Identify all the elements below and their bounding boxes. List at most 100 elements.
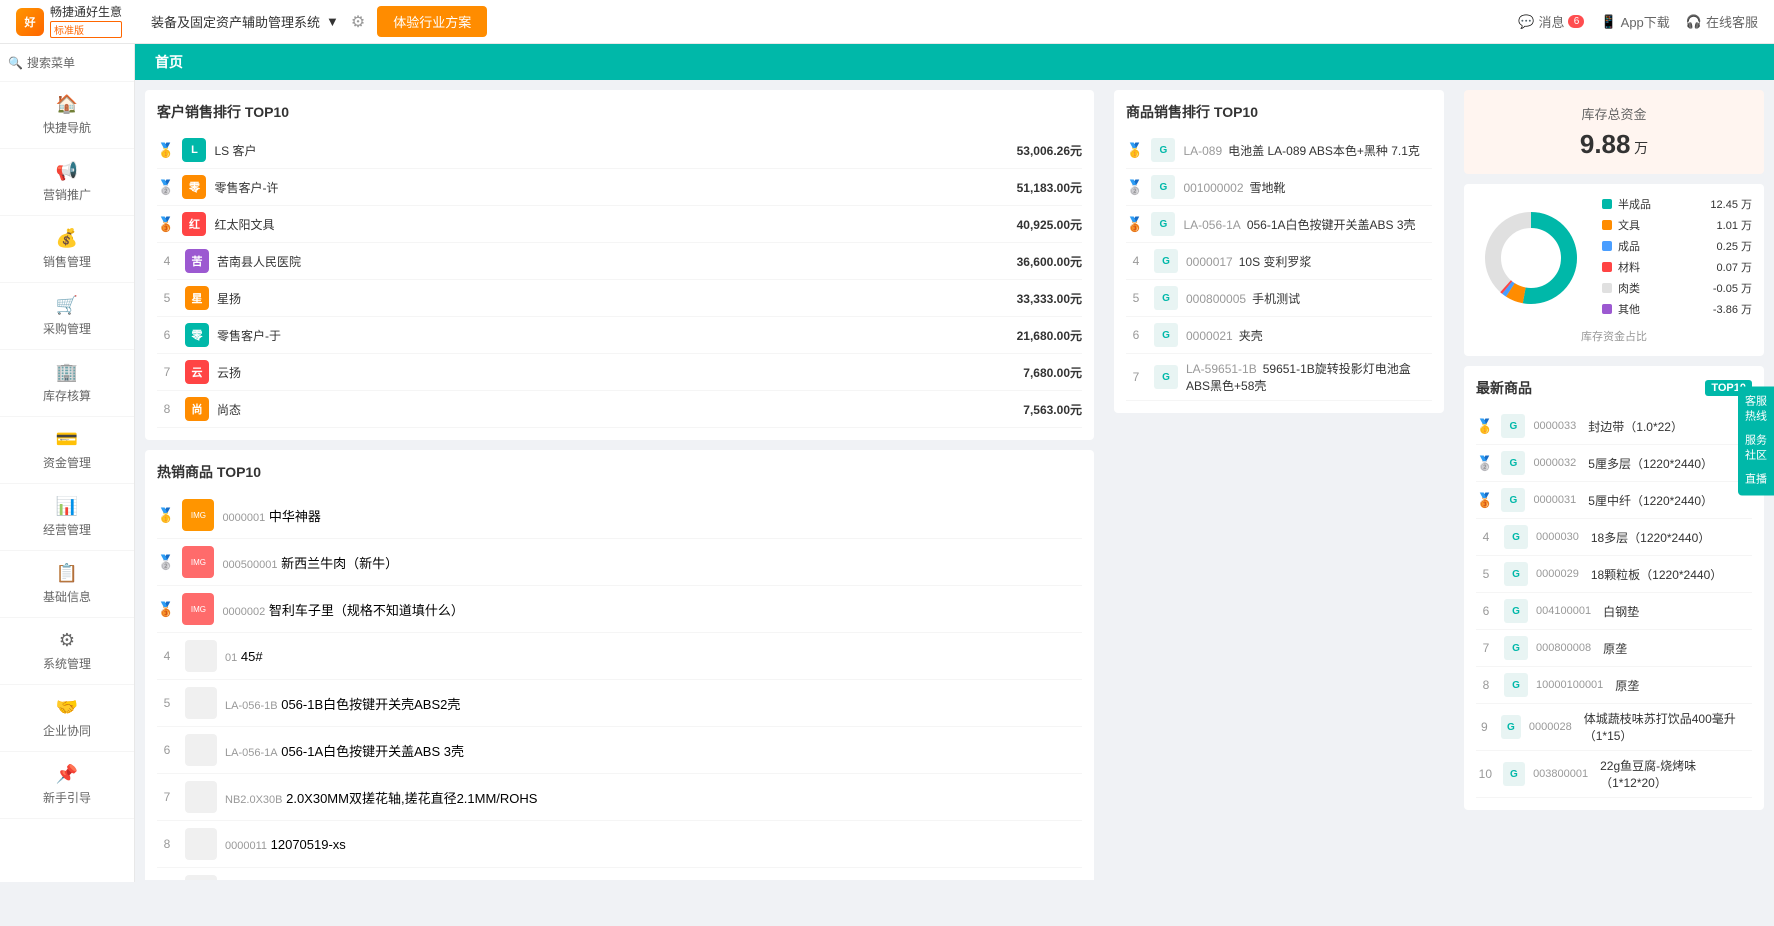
product-img <box>185 734 217 766</box>
legend-name: 成品 <box>1618 238 1711 254</box>
np-rank-8: 8 <box>1476 678 1496 692</box>
sidebar-item-sales[interactable]: 💰 销售管理 <box>0 216 134 283</box>
product-img <box>185 875 217 880</box>
ps-name: 001000002雪地靴 <box>1183 179 1432 196</box>
online-service-label: 在线客服 <box>1706 12 1758 31</box>
sidebar-item-operation[interactable]: 📊 经营管理 <box>0 484 134 551</box>
sidebar-item-marketing[interactable]: 📢 营销推广 <box>0 149 134 216</box>
sidebar-item-purchase[interactable]: 🛒 采购管理 <box>0 283 134 350</box>
legend-dot <box>1602 283 1612 293</box>
ps-rank-5: 5 <box>1126 291 1146 305</box>
rank-item: 8 尚 尚态 7,563.00元 <box>157 391 1082 428</box>
chart-section: 半成品 12.45 万 文具 1.01 万 成品 0.25 万 材料 0.07 … <box>1464 184 1764 356</box>
rank-value: 7,680.00元 <box>1023 364 1082 381</box>
product-img <box>185 687 217 719</box>
rank-num-5: 5 <box>157 291 177 305</box>
np-img: G <box>1501 488 1525 512</box>
rank-value: 53,006.26元 <box>1017 142 1082 159</box>
finance-icon: 💳 <box>56 429 78 450</box>
product-code: 000500001 <box>222 559 277 571</box>
app-download-label: App下载 <box>1621 12 1670 31</box>
product-sales-item: 🥉 G LA-056-1A056-1A白色按键开关盖ABS 3壳 <box>1126 206 1432 243</box>
logo-icon: 好 <box>16 8 44 36</box>
sidebar-label-marketing: 营销推广 <box>43 186 91 203</box>
product-code: 01 <box>225 652 237 664</box>
product-img <box>185 781 217 813</box>
legend-dot <box>1602 220 1612 230</box>
ps-name: 000001710S 变利罗浆 <box>1186 253 1432 270</box>
rank-item: 🥇 L LS 客户 53,006.26元 <box>157 132 1082 169</box>
rank-item: 7 云 云扬 7,680.00元 <box>157 354 1082 391</box>
np-img: G <box>1503 762 1525 786</box>
ps-name: LA-59651-1B59651-1B旋转投影灯电池盒ABS黑色+58壳 <box>1186 360 1432 394</box>
sidebar-item-cooperation[interactable]: 🤝 企业协同 <box>0 685 134 752</box>
hot-product-item: 🥇 IMG 0000001 中华神器 <box>157 492 1082 539</box>
np-img: G <box>1504 673 1528 697</box>
product-img <box>185 640 217 672</box>
medal-icon-1: 🥇 <box>157 142 174 159</box>
legend-name: 材料 <box>1618 259 1711 275</box>
sidebar-item-finance[interactable]: 💳 资金管理 <box>0 417 134 484</box>
legend-value: 0.07 万 <box>1717 259 1752 275</box>
rank-item: 6 零 零售客户-于 21,680.00元 <box>157 317 1082 354</box>
customer-service-line: 客服 <box>1742 395 1770 410</box>
legend-value: 12.45 万 <box>1710 196 1752 212</box>
live-line: 直播 <box>1742 472 1770 487</box>
product-sales-card: 商品销售排行 TOP10 🥇 G LA-089电池盖 LA-089 ABS本色+… <box>1114 90 1444 413</box>
product-sales-item: 4 G 000001710S 变利罗浆 <box>1126 243 1432 280</box>
rank-avatar: 零 <box>182 175 206 199</box>
ps-img: G <box>1151 138 1175 162</box>
trial-button[interactable]: 体验行业方案 <box>377 6 487 37</box>
notification-icon: 💬 <box>1518 14 1534 30</box>
top-header: 好 畅捷通好生意 标准版 装备及固定资产辅助管理系统 ▼ ⚙ 体验行业方案 💬 … <box>0 0 1774 44</box>
content-area: 客户销售排行 TOP10 🥇 L LS 客户 53,006.26元 🥈 零 零售客… <box>135 80 1774 880</box>
customer-ranking-header: 客户销售排行 TOP10 <box>157 102 1082 122</box>
np-code: 000800008 <box>1536 642 1591 654</box>
ai-chat-buttons[interactable]: 客服 热线 服务 社区 直播 <box>1738 387 1774 496</box>
page-tab[interactable]: 首页 <box>135 44 1774 80</box>
notification-badge: 6 <box>1568 15 1584 28</box>
app-download-item[interactable]: 📱 App下载 <box>1600 12 1669 31</box>
sidebar-item-guide[interactable]: 📌 新手引导 <box>0 752 134 819</box>
product-name: 智利车子里（规格不知道填什么） <box>269 603 464 618</box>
sidebar-item-inventory[interactable]: 🏢 库存核算 <box>0 350 134 417</box>
sidebar-label-basic-info: 基础信息 <box>43 588 91 605</box>
inventory-value: 9.88 <box>1580 129 1631 159</box>
np-img: G <box>1501 715 1521 739</box>
logo-area: 好 畅捷通好生意 标准版 <box>16 5 151 38</box>
inventory-unit: 万 <box>1634 140 1648 156</box>
ps-medal-1: 🥇 <box>1126 142 1143 159</box>
sidebar-item-system[interactable]: ⚙ 系统管理 <box>0 618 134 685</box>
online-service-item[interactable]: 🎧 在线客服 <box>1686 12 1758 31</box>
hot-product-item: 6 LA-056-1A 056-1A白色按键开关盖ABS 3壳 <box>157 727 1082 774</box>
product-sales-item: 7 G LA-59651-1B59651-1B旋转投影灯电池盒ABS黑色+58壳 <box>1126 354 1432 401</box>
rank-name: LS 客户 <box>214 142 1008 159</box>
middle-panel: 商品销售排行 TOP10 🥇 G LA-089电池盖 LA-089 ABS本色+… <box>1104 80 1454 880</box>
rank-name: 零售客户-于 <box>217 327 1009 344</box>
ps-rank-7: 7 <box>1126 370 1146 384</box>
np-name: 18颗粒板（1220*2440） <box>1591 566 1722 583</box>
medal-icon-2: 🥈 <box>157 179 174 196</box>
hp-medal-2: 🥈 <box>157 554 174 571</box>
new-product-item: 9 G 0000028 体城蔬枝味苏打饮品400毫升（1*15） <box>1476 704 1752 751</box>
hot-product-item: 🥉 IMG 0000002 智利车子里（规格不知道填什么） <box>157 586 1082 633</box>
np-code: 004100001 <box>1536 605 1591 617</box>
sidebar-label-cooperation: 企业协同 <box>43 722 91 739</box>
np-medal-3: 🥉 <box>1476 492 1493 509</box>
legend-item: 材料 0.07 万 <box>1602 259 1752 275</box>
quick-nav-icon: 🏠 <box>56 94 78 115</box>
ps-medal-3: 🥉 <box>1126 216 1143 233</box>
product-sales-item: 🥇 G LA-089电池盖 LA-089 ABS本色+黑种 7.1克 <box>1126 132 1432 169</box>
rank-name: 尚态 <box>217 401 1015 418</box>
system-selector[interactable]: 装备及固定资产辅助管理系统 ▼ <box>151 12 339 31</box>
settings-icon[interactable]: ⚙ <box>351 12 365 32</box>
notification-item[interactable]: 💬 消息 6 <box>1518 12 1584 31</box>
hp-rank-4: 4 <box>157 649 177 663</box>
product-code: LA-056-1B <box>225 700 278 712</box>
sidebar-search[interactable]: 🔍 搜索菜单 <box>0 44 134 82</box>
product-info: LA-056-1B 056-1B白色按键开关壳ABS2壳 <box>225 694 1082 713</box>
sidebar-item-quick-nav[interactable]: 🏠 快捷导航 <box>0 82 134 149</box>
np-code: 0000032 <box>1533 457 1576 469</box>
legend-item: 肉类 -0.05 万 <box>1602 280 1752 296</box>
sidebar-item-basic-info[interactable]: 📋 基础信息 <box>0 551 134 618</box>
